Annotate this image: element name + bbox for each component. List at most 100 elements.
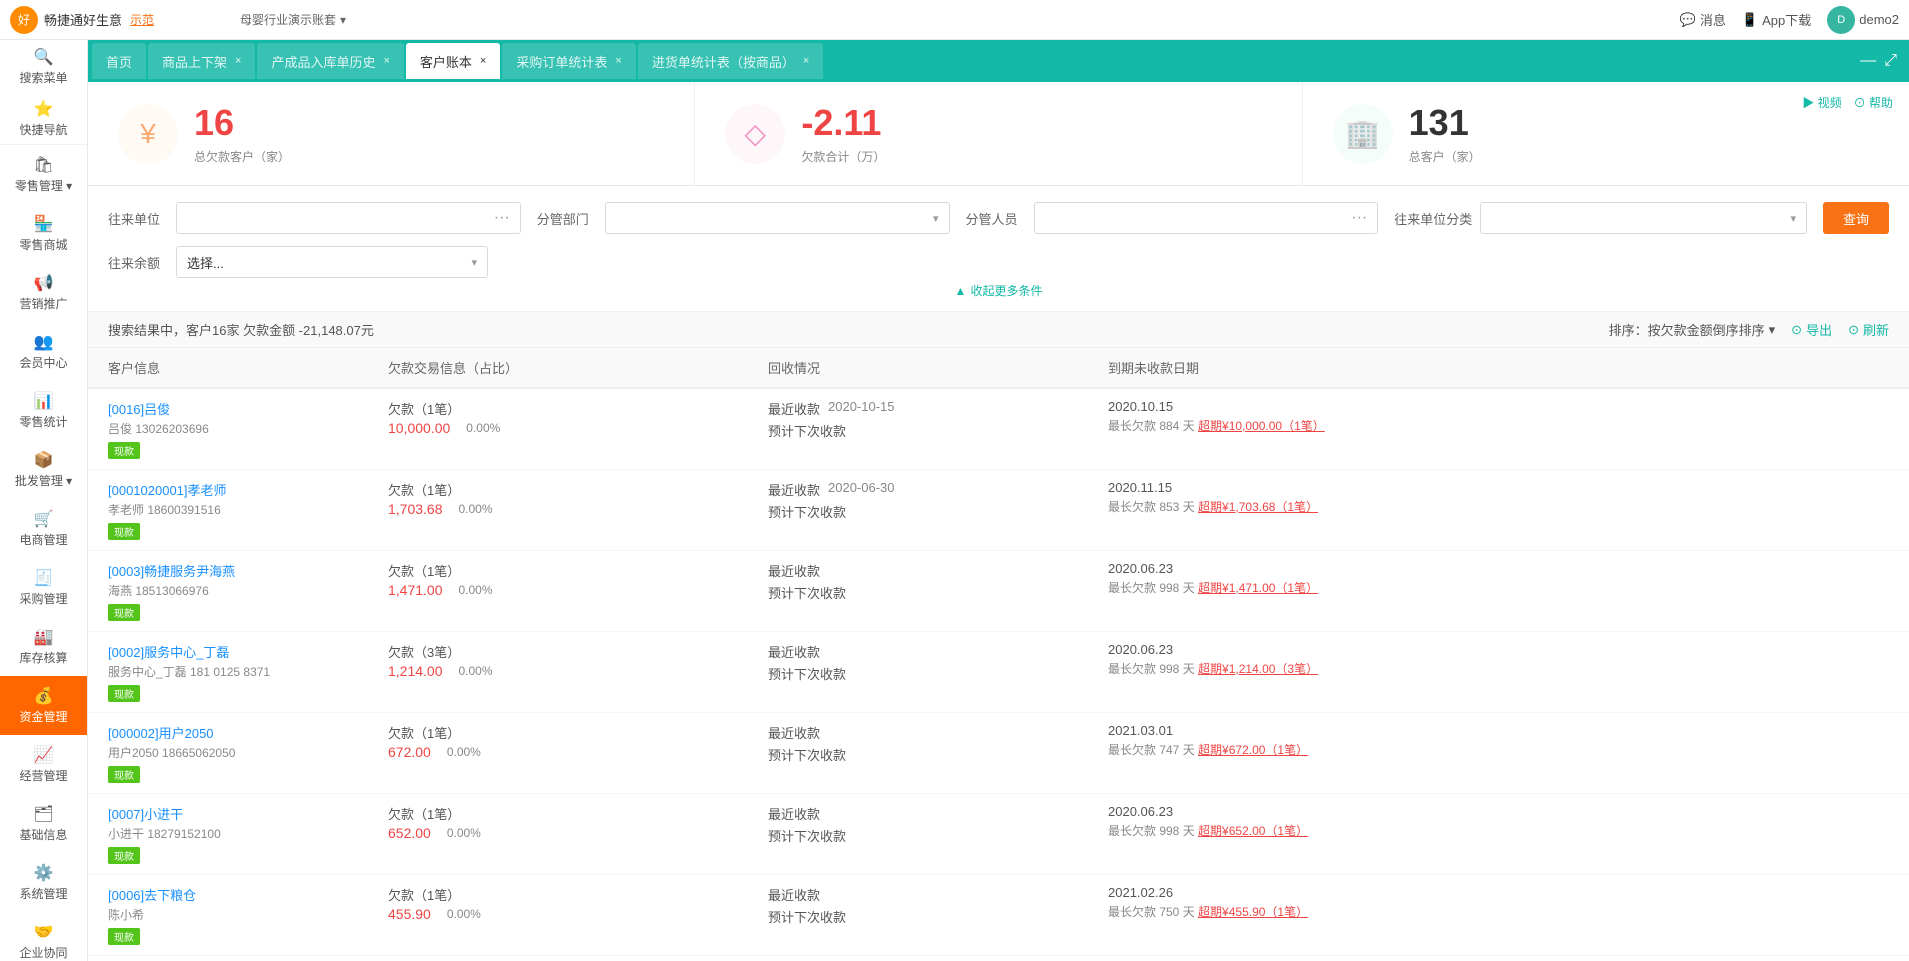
field-balance-label: 往来余额 [108, 253, 168, 272]
sidebar-search[interactable]: 🔍 搜索菜单 [0, 40, 87, 92]
tab-purchase-order[interactable]: 采购订单统计表 × [502, 43, 635, 79]
sidebar-item-member[interactable]: 👥 会员中心 [0, 322, 87, 381]
top-bar-right: 💬 消息 📱 App下载 D demo2 [1680, 6, 1899, 34]
sort-btn[interactable]: 排序：按欠款金额倒序排序 ▾ [1609, 320, 1776, 339]
overdue-link-5[interactable]: 超期¥652.00（1笔） [1198, 824, 1308, 838]
tab-close-purchase-order[interactable]: × [615, 55, 621, 67]
sidebar-item-batch-mgmt[interactable]: 📦 批发管理 ▾ [0, 440, 87, 499]
sort-icon: ▾ [1769, 322, 1776, 338]
customer-name-2[interactable]: [0003]畅捷服务尹海燕 [108, 564, 235, 579]
customer-phone-4: 用户2050 18665062050 [108, 744, 388, 761]
tab-products[interactable]: 商品上下架 × [148, 43, 255, 79]
sidebar-item-warehouse[interactable]: 🏭 库存核算 [0, 617, 87, 676]
video-icon: ▶ [1802, 96, 1814, 110]
customer-name-4[interactable]: [000002]用户2050 [108, 726, 214, 741]
purchase-icon: 🧾 [34, 568, 54, 588]
sidebar-item-basic-info[interactable]: 🗂 基础信息 [0, 794, 87, 853]
customer-name-3[interactable]: [0002]服务中心_丁磊 [108, 645, 229, 660]
industry-selector[interactable]: 母婴行业演示账套 ▾ [240, 11, 346, 28]
overdue-link-3[interactable]: 超期¥1,214.00（3笔） [1198, 662, 1318, 676]
debt-amount-1: 1,703.68 [388, 501, 443, 517]
video-btn[interactable]: ▶ 视频 [1802, 94, 1841, 111]
search-field-unit: 往来单位 ··· [108, 202, 521, 234]
batch-icon: 📦 [34, 450, 54, 470]
tab-production[interactable]: 产成品入库单历史 × [257, 43, 403, 79]
debt-percent-3: 0.00% [459, 664, 493, 678]
tab-close-products[interactable]: × [235, 55, 241, 67]
app-download-btn[interactable]: 📱 App下载 [1742, 10, 1811, 29]
debt-info-6: 欠款（1笔） 455.90 0.00% [388, 885, 768, 924]
refresh-btn[interactable]: ⊙ 刷新 [1848, 320, 1889, 339]
balance-select[interactable]: 选择... ▾ [176, 246, 488, 278]
sidebar-item-purchase[interactable]: 🧾 采购管理 [0, 558, 87, 617]
link-text[interactable]: 示范 [130, 11, 154, 28]
sidebar-item-system[interactable]: ⚙️ 系统管理 [0, 853, 87, 912]
unit-input[interactable]: ··· [176, 202, 521, 234]
sidebar-quick-nav[interactable]: ⭐ 快捷导航 [0, 92, 87, 144]
tab-home[interactable]: 首页 [92, 43, 146, 79]
sidebar-item-finance[interactable]: 💰 资金管理 [0, 676, 87, 735]
brand-name: 畅捷通好生意 [44, 10, 122, 29]
sidebar-item-retail-stat[interactable]: 📊 零售统计 [0, 381, 87, 440]
customer-name-1[interactable]: [0001020001]孝老师 [108, 483, 227, 498]
field-dept-label: 分管部门 [537, 209, 597, 228]
user-btn[interactable]: D demo2 [1827, 6, 1899, 34]
person-input[interactable]: ··· [1034, 202, 1379, 234]
sidebar-item-retail-store[interactable]: 🏪 零售商城 [0, 204, 87, 263]
customer-badge-0: 现款 [108, 442, 140, 459]
tab-close-purchase-stat[interactable]: × [803, 55, 809, 67]
debt-amount-5: 652.00 [388, 825, 431, 841]
customer-badge-4: 现款 [108, 766, 140, 783]
help-btn[interactable]: ⊙ 帮助 [1854, 94, 1893, 111]
overdue-info-6: 2021.02.26 最长欠款 750 天 超期¥455.90（1笔） [1108, 885, 1889, 920]
customer-name-6[interactable]: [0006]去下粮仓 [108, 888, 196, 903]
maximize-icon[interactable]: ⤢ [1884, 52, 1897, 70]
collapse-btn[interactable]: ▲ 收起更多条件 [955, 282, 1043, 299]
export-btn[interactable]: ⊙ 导出 [1791, 320, 1832, 339]
customer-info-3: [0002]服务中心_丁磊 服务中心_丁磊 181 0125 8371 现款 [108, 642, 388, 702]
top-bar-center: 母婴行业演示账套 ▾ [230, 11, 1680, 28]
overdue-link-2[interactable]: 超期¥1,471.00（1笔） [1198, 581, 1318, 595]
overdue-link-4[interactable]: 超期¥672.00（1笔） [1198, 743, 1308, 757]
search-button[interactable]: 查询 [1823, 202, 1889, 234]
debt-count-6: 欠款（1笔） [388, 885, 768, 904]
sidebar-item-marketing[interactable]: 📢 营销推广 [0, 263, 87, 322]
card-label-2: 欠款合计（万） [801, 148, 885, 165]
overdue-link-0[interactable]: 超期¥10,000.00（1笔） [1198, 419, 1325, 433]
top-bar: 好 畅捷通好生意 示范 母婴行业演示账套 ▾ 💬 消息 📱 App下载 D de… [0, 0, 1909, 40]
customer-phone-2: 海燕 18513066976 [108, 582, 388, 599]
overdue-link-1[interactable]: 超期¥1,703.68（1笔） [1198, 500, 1318, 514]
tab-close-customer[interactable]: × [480, 55, 486, 67]
debt-percent-0: 0.00% [466, 421, 500, 435]
card-label-1: 总欠款客户（家） [194, 148, 290, 165]
search-row-1: 往来单位 ··· 分管部门 ▾ [108, 202, 1889, 234]
sidebar-item-retail-mgmt[interactable]: 🛍 零售管理 ▾ [0, 145, 87, 204]
card-label-3: 总客户（家） [1409, 148, 1481, 165]
card-number-3: 131 [1409, 102, 1481, 144]
customer-name-5[interactable]: [0007]小进干 [108, 807, 183, 822]
customer-name-0[interactable]: [0016]吕俊 [108, 402, 170, 417]
tab-close-production[interactable]: × [383, 55, 389, 67]
message-btn[interactable]: 💬 消息 [1680, 10, 1726, 29]
sidebar-item-corp-coop[interactable]: 🤝 企业协同 [0, 912, 87, 961]
export-icon: ⊙ [1791, 322, 1802, 338]
ecommerce-icon: 🛒 [34, 509, 54, 529]
debt-count-5: 欠款（1笔） [388, 804, 768, 823]
tab-customer-account[interactable]: 客户账本 × [406, 43, 500, 79]
customer-phone-6: 陈小希 [108, 906, 388, 923]
sidebar-item-operations[interactable]: 📈 经营管理 [0, 735, 87, 794]
customer-badge-3: 现款 [108, 685, 140, 702]
minimize-icon[interactable]: — [1860, 52, 1876, 70]
tab-purchase-stat[interactable]: 进货单统计表（按商品） × [638, 43, 823, 79]
table-row: [000002]用户2050 用户2050 18665062050 现款 欠款（… [88, 713, 1909, 794]
customer-info-2: [0003]畅捷服务尹海燕 海燕 18513066976 现款 [108, 561, 388, 621]
star-icon: ⭐ [34, 99, 54, 119]
dept-select[interactable]: ▾ [605, 202, 950, 234]
overdue-link-6[interactable]: 超期¥455.90（1笔） [1198, 905, 1308, 919]
field-person-label: 分管人员 [966, 209, 1026, 228]
sidebar-item-ecommerce[interactable]: 🛒 电商管理 [0, 499, 87, 558]
summary-cards: ¥ 16 总欠款客户（家） ◇ -2.11 欠款合计（万） [88, 82, 1909, 186]
category-select[interactable]: ▾ [1480, 202, 1807, 234]
tab-controls: — ⤢ [1860, 52, 1905, 70]
customer-info-4: [000002]用户2050 用户2050 18665062050 现款 [108, 723, 388, 783]
